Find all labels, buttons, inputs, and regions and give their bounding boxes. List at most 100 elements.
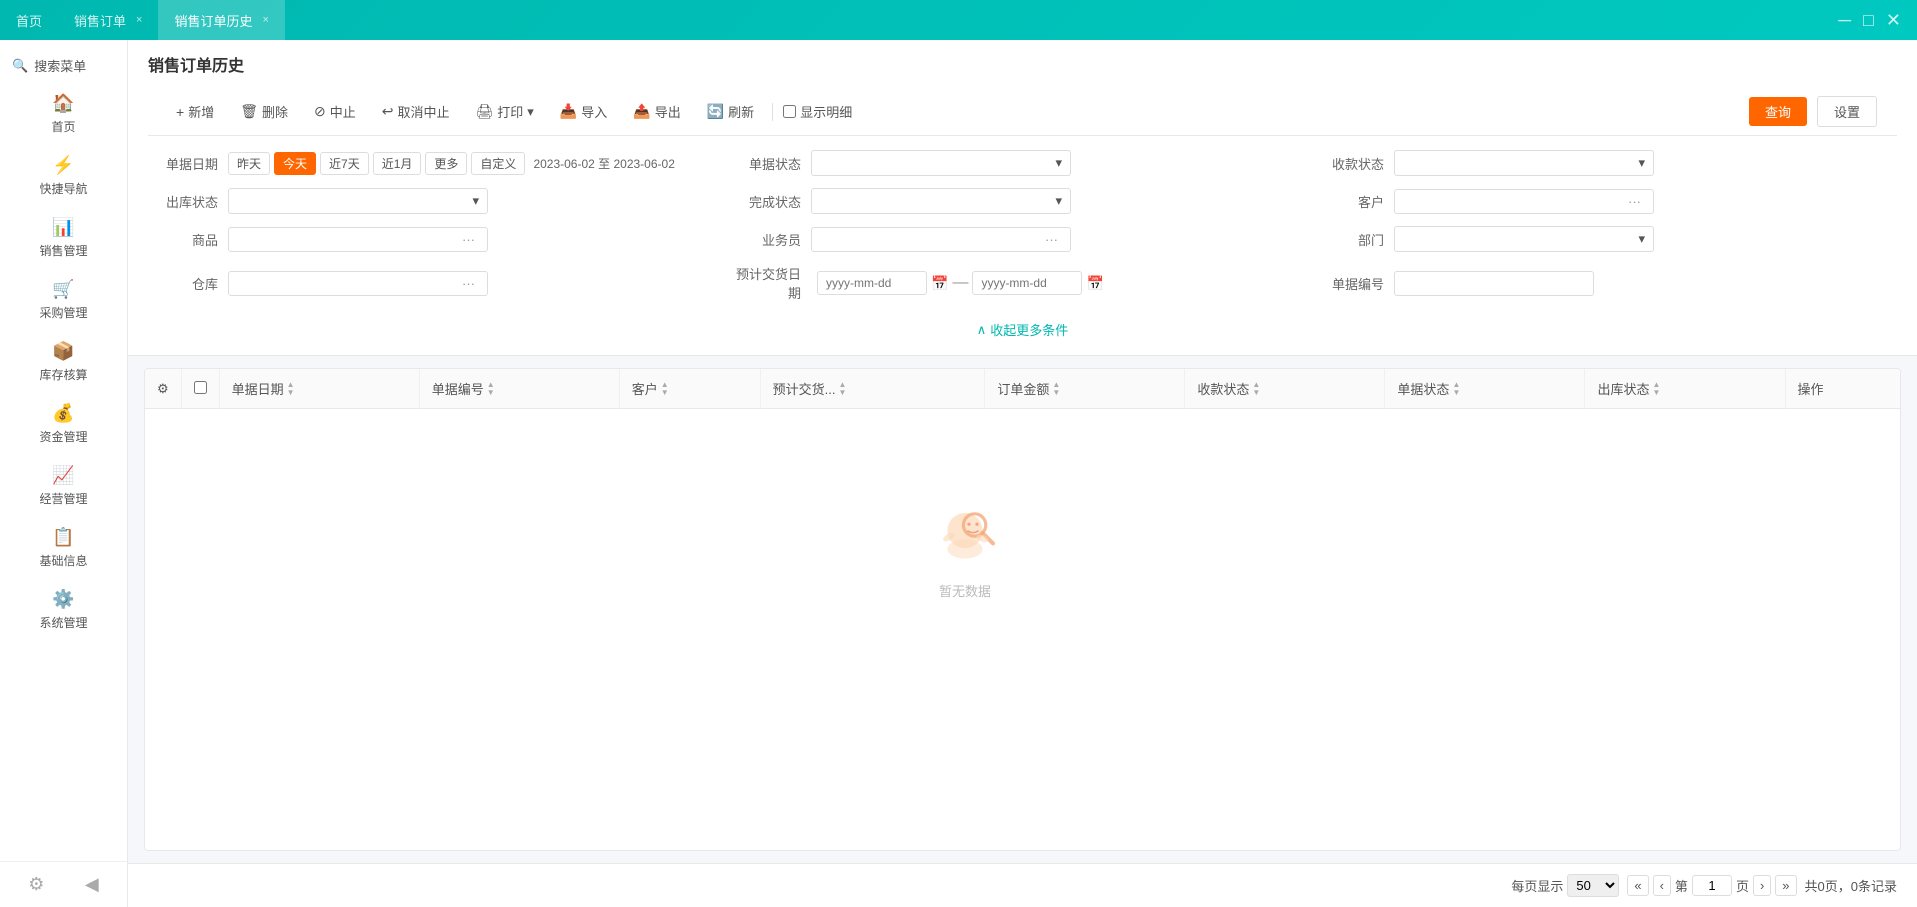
page-size-select[interactable]: 10 20 50 100 <box>1567 874 1619 897</box>
first-page-btn[interactable]: « <box>1627 875 1648 896</box>
select-all-checkbox[interactable] <box>194 381 207 394</box>
cancel-stop-button[interactable]: ↩ 取消中止 <box>374 98 458 125</box>
date-btn-custom[interactable]: 自定义 <box>471 152 525 175</box>
doc-status-dropdown-icon: ▾ <box>1055 155 1062 171</box>
th-stock-status-sort[interactable]: ▲▼ <box>1652 381 1660 397</box>
stop-icon: ⊘ <box>314 103 326 120</box>
print-button[interactable]: 🖨 打印 ▾ <box>468 98 542 125</box>
goods-select[interactable]: ··· <box>228 227 488 252</box>
sidebar-item-operation[interactable]: 📈 经营管理 <box>0 455 127 517</box>
search-icon: 🔍 <box>12 58 28 74</box>
import-button[interactable]: 📥 导入 <box>552 98 615 125</box>
sidebar-item-basic-info[interactable]: 📋 基础信息 <box>0 517 127 579</box>
import-icon: 📥 <box>560 103 577 120</box>
window-close-icon[interactable]: ✕ <box>1886 10 1901 31</box>
date-btn-today[interactable]: 今天 <box>274 152 316 175</box>
th-stock-status[interactable]: 出库状态 ▲▼ <box>1585 369 1785 409</box>
window-maximize-icon[interactable]: □ <box>1863 10 1874 31</box>
complete-status-select[interactable]: ▾ <box>811 188 1071 214</box>
settings-bottom-icon[interactable]: ⚙ <box>28 874 44 895</box>
collapse-conditions[interactable]: ∧ 收起更多条件 <box>148 314 1897 341</box>
department-dropdown-icon: ▾ <box>1638 231 1645 247</box>
collapse-sidebar-icon[interactable]: ◀ <box>85 874 99 895</box>
calendar-end-icon[interactable]: 📅 <box>1086 275 1103 292</box>
system-icon: ⚙️ <box>52 589 74 610</box>
filter-row-1: 单据日期 昨天 今天 近7天 近1月 更多 自定义 2023-06-02 至 2… <box>148 150 1897 176</box>
salesperson-dots-icon[interactable]: ··· <box>1041 232 1062 247</box>
export-button[interactable]: 📤 导出 <box>625 98 688 125</box>
th-amount[interactable]: 订单金额 ▲▼ <box>985 369 1185 409</box>
settings-button[interactable]: 设置 <box>1817 96 1877 127</box>
customer-select[interactable]: ··· <box>1394 189 1654 214</box>
table-checkbox-cell[interactable] <box>181 369 219 409</box>
stop-button[interactable]: ⊘ 中止 <box>306 98 364 125</box>
sidebar-item-inventory[interactable]: 📦 库存核算 <box>0 331 127 393</box>
tab-sales-order-history[interactable]: 销售订单历史 × <box>158 0 284 40</box>
table-gear-cell[interactable]: ⚙ <box>145 369 181 409</box>
tab-sales-order-history-close[interactable]: × <box>262 14 268 26</box>
date-btn-7days[interactable]: 近7天 <box>320 152 369 175</box>
sidebar-item-home[interactable]: 🏠 首页 <box>0 83 127 145</box>
stock-status-select[interactable]: ▾ <box>228 188 488 214</box>
department-select[interactable]: ▾ <box>1394 226 1654 252</box>
sidebar-item-purchase[interactable]: 🛒 采购管理 <box>0 269 127 331</box>
th-pay-status-sort[interactable]: ▲▼ <box>1252 381 1260 397</box>
window-minimize-icon[interactable]: ─ <box>1838 10 1851 31</box>
table-area: ⚙ 单据日期 ▲▼ 单据编号 <box>144 368 1901 851</box>
th-customer[interactable]: 客户 ▲▼ <box>619 369 760 409</box>
th-doc-status-sort[interactable]: ▲▼ <box>1452 381 1460 397</box>
doc-no-input[interactable] <box>1394 271 1594 296</box>
calendar-start-icon[interactable]: 📅 <box>931 275 948 292</box>
th-delivery[interactable]: 预计交货... ▲▼ <box>760 369 985 409</box>
date-filter-group: 单据日期 昨天 今天 近7天 近1月 更多 自定义 2023-06-02 至 2… <box>148 152 731 175</box>
th-no-sort[interactable]: ▲▼ <box>487 381 495 397</box>
salesperson-label: 业务员 <box>731 230 811 249</box>
display-columns-input[interactable] <box>783 105 796 118</box>
date-btn-yesterday[interactable]: 昨天 <box>228 152 270 175</box>
th-pay-status[interactable]: 收款状态 ▲▼ <box>1185 369 1385 409</box>
tab-sales-order[interactable]: 销售订单 × <box>58 0 158 40</box>
print-label: 打印 <box>497 102 523 121</box>
delete-button[interactable]: 🗑 删除 <box>232 98 296 125</box>
pay-status-select[interactable]: ▾ <box>1394 150 1654 176</box>
delivery-date-end[interactable] <box>972 271 1082 295</box>
doc-status-select[interactable]: ▾ <box>811 150 1071 176</box>
tab-home[interactable]: 首页 <box>0 0 58 40</box>
search-menu[interactable]: 🔍 搜索菜单 <box>0 48 127 83</box>
th-no[interactable]: 单据编号 ▲▼ <box>419 369 619 409</box>
current-page-input[interactable] <box>1692 875 1732 896</box>
search-menu-label: 搜索菜单 <box>34 56 86 75</box>
next-page-btn[interactable]: › <box>1753 875 1771 896</box>
th-customer-sort[interactable]: ▲▼ <box>661 381 669 397</box>
goods-dots-icon[interactable]: ··· <box>458 232 479 247</box>
cancel-stop-icon: ↩ <box>382 103 394 120</box>
sidebar-item-system[interactable]: ⚙️ 系统管理 <box>0 579 127 641</box>
prev-page-btn[interactable]: ‹ <box>1653 875 1671 896</box>
print-icon: 🖨 <box>476 103 494 120</box>
new-button[interactable]: + 新增 <box>168 98 222 125</box>
warehouse-select[interactable]: ··· <box>228 271 488 296</box>
customer-filter: 客户 ··· <box>1314 189 1897 214</box>
display-columns-checkbox[interactable]: 显示明细 <box>783 102 852 121</box>
th-amount-sort[interactable]: ▲▼ <box>1052 381 1060 397</box>
salesperson-select[interactable]: ··· <box>811 227 1071 252</box>
sidebar-item-quick-nav[interactable]: ⚡ 快捷导航 <box>0 145 127 207</box>
th-delivery-sort[interactable]: ▲▼ <box>838 381 846 397</box>
delivery-date-start[interactable] <box>817 271 927 295</box>
th-doc-status[interactable]: 单据状态 ▲▼ <box>1385 369 1585 409</box>
th-date-sort[interactable]: ▲▼ <box>287 381 295 397</box>
warehouse-dots-icon[interactable]: ··· <box>458 276 479 291</box>
query-button[interactable]: 查询 <box>1749 97 1807 126</box>
date-btn-more[interactable]: 更多 <box>425 152 467 175</box>
sidebar-item-sales[interactable]: 📊 销售管理 <box>0 207 127 269</box>
sidebar-item-operation-label: 经营管理 <box>39 490 87 507</box>
toolbar: + 新增 🗑 删除 ⊘ 中止 ↩ 取消中止 🖨 打印 <box>148 88 1897 136</box>
th-stock-status-label: 出库状态 <box>1597 379 1649 398</box>
last-page-btn[interactable]: » <box>1775 875 1796 896</box>
tab-sales-order-close[interactable]: × <box>136 14 142 26</box>
sidebar-item-finance[interactable]: 💰 资金管理 <box>0 393 127 455</box>
customer-dots-icon[interactable]: ··· <box>1624 194 1645 209</box>
th-date[interactable]: 单据日期 ▲▼ <box>219 369 419 409</box>
refresh-button[interactable]: 🔄 刷新 <box>699 98 762 125</box>
date-btn-1month[interactable]: 近1月 <box>373 152 422 175</box>
